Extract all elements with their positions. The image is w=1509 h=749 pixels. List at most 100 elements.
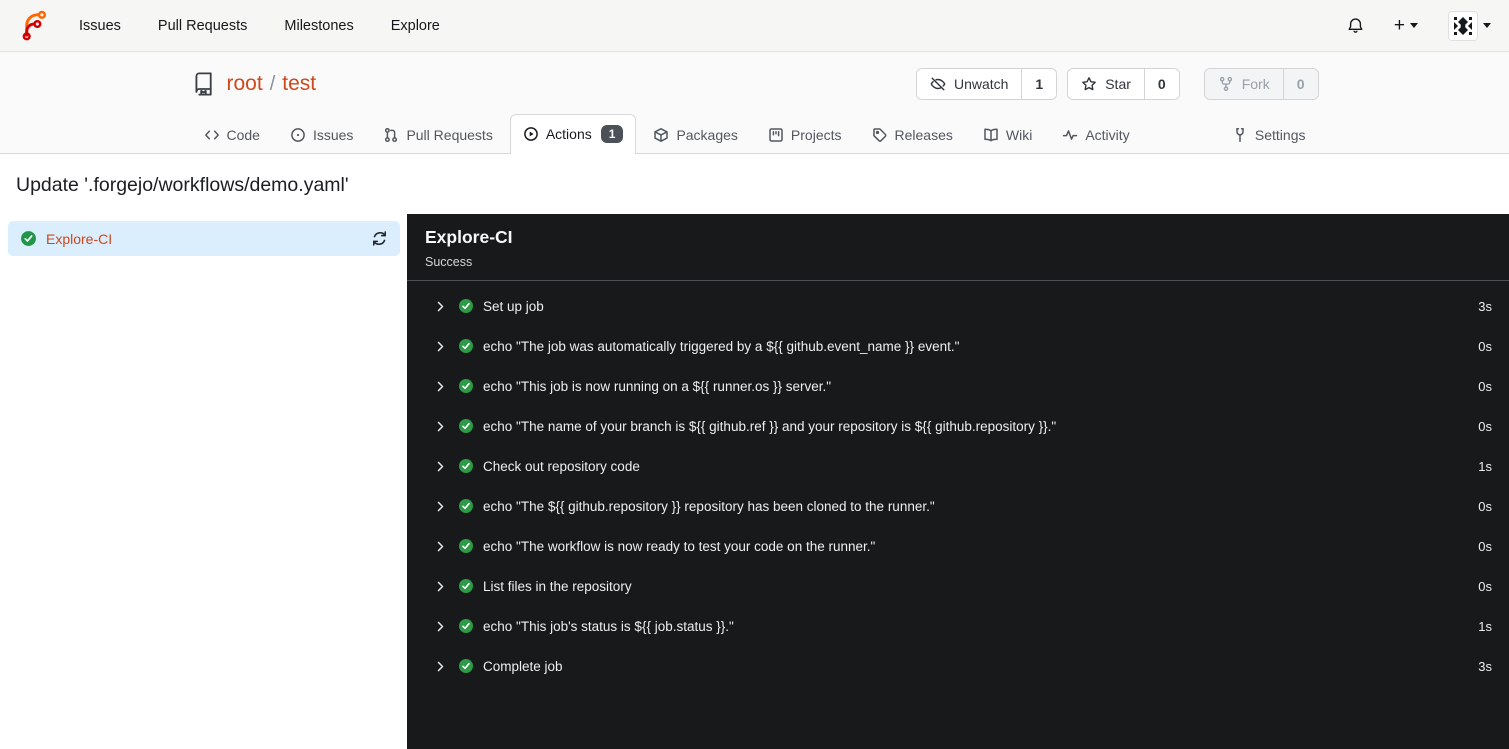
step-name: List files in the repository <box>483 578 632 594</box>
repo-book-icon <box>191 71 217 97</box>
jobs-sidebar: Explore-CI <box>0 214 407 749</box>
step-name: echo "The workflow is now ready to test … <box>483 538 876 554</box>
tab-label: Packages <box>676 127 738 143</box>
fork-label: Fork <box>1241 76 1270 92</box>
step-row[interactable]: Set up job 3s <box>407 286 1509 326</box>
run-content: Explore-CI Explore-CI Success Set up job… <box>0 214 1509 749</box>
package-icon <box>653 127 669 143</box>
refresh-icon[interactable] <box>371 230 388 247</box>
step-row[interactable]: echo "This job is now running on a ${{ r… <box>407 366 1509 406</box>
step-duration: 3s <box>1478 298 1492 314</box>
chevron-right-icon[interactable] <box>434 660 447 673</box>
navbar-right: + <box>1347 10 1491 41</box>
tab-label: Issues <box>312 127 354 143</box>
tab-label: Settings <box>1254 127 1306 143</box>
repo-tabs: Code Issues Pull Requests Actions 1 Pack… <box>191 114 1319 154</box>
nav-link-milestones[interactable]: Milestones <box>284 18 353 34</box>
tab-issues[interactable]: Issues <box>277 116 366 153</box>
tab-releases[interactable]: Releases <box>859 116 966 153</box>
check-circle-icon <box>458 658 474 674</box>
nav-link-pull-requests[interactable]: Pull Requests <box>158 18 247 34</box>
tab-wiki[interactable]: Wiki <box>970 116 1045 153</box>
tab-label: Activity <box>1085 127 1130 143</box>
check-circle-icon <box>458 458 474 474</box>
chevron-right-icon[interactable] <box>434 380 447 393</box>
repo-name-link[interactable]: test <box>282 72 316 96</box>
user-avatar-menu[interactable] <box>1448 10 1491 41</box>
step-row[interactable]: echo "The job was automatically triggere… <box>407 326 1509 366</box>
step-duration: 0s <box>1478 418 1492 434</box>
tab-label: Pull Requests <box>406 127 493 143</box>
job-status-text: Success <box>425 255 473 269</box>
job-log-header: Explore-CI Success <box>407 214 1509 281</box>
step-name: echo "The job was automatically triggere… <box>483 338 960 354</box>
eye-slash-icon <box>930 76 946 92</box>
play-circle-icon <box>523 126 539 142</box>
issue-circle-icon <box>290 127 306 143</box>
step-duration: 0s <box>1478 578 1492 594</box>
chevron-right-icon[interactable] <box>434 300 447 313</box>
chevron-down-icon <box>1483 23 1491 28</box>
step-duration: 0s <box>1478 538 1492 554</box>
tab-projects[interactable]: Projects <box>755 116 855 153</box>
git-fork-icon <box>1218 76 1234 92</box>
tab-settings[interactable]: Settings <box>1219 116 1319 153</box>
star-button[interactable]: Star 0 <box>1067 68 1180 100</box>
chevron-right-icon[interactable] <box>434 340 447 353</box>
repo-owner-link[interactable]: root <box>227 72 263 96</box>
actions-count-badge: 1 <box>600 125 624 143</box>
tab-label: Wiki <box>1005 127 1033 143</box>
step-row[interactable]: echo "The name of your branch is ${{ git… <box>407 406 1509 446</box>
fork-button: Fork 0 <box>1203 68 1319 100</box>
chevron-right-icon[interactable] <box>434 500 447 513</box>
job-name: Explore-CI <box>46 230 113 247</box>
unwatch-button[interactable]: Unwatch 1 <box>915 68 1058 100</box>
step-duration: 0s <box>1478 338 1492 354</box>
check-circle-icon <box>458 618 474 634</box>
job-item-explore-ci[interactable]: Explore-CI <box>8 221 400 256</box>
run-title: Update '.forgejo/workflows/demo.yaml' <box>16 174 349 196</box>
step-row[interactable]: echo "The workflow is now ready to test … <box>407 526 1509 566</box>
check-circle-icon <box>458 378 474 394</box>
watch-count[interactable]: 1 <box>1021 69 1057 99</box>
step-name: Check out repository code <box>483 458 640 474</box>
chevron-right-icon[interactable] <box>434 580 447 593</box>
chevron-right-icon[interactable] <box>434 540 447 553</box>
forgejo-logo-icon[interactable] <box>18 10 49 41</box>
fork-count: 0 <box>1282 69 1318 99</box>
create-new-menu[interactable]: + <box>1393 14 1418 36</box>
tab-packages[interactable]: Packages <box>640 116 750 153</box>
step-name: echo "This job is now running on a ${{ r… <box>483 378 832 394</box>
step-name: echo "The name of your branch is ${{ git… <box>483 418 1057 434</box>
step-name: Set up job <box>483 298 544 314</box>
star-icon <box>1081 76 1097 92</box>
step-duration: 1s <box>1478 618 1492 634</box>
step-row[interactable]: Complete job 3s <box>407 646 1509 686</box>
step-duration: 3s <box>1478 658 1492 674</box>
nav-link-explore[interactable]: Explore <box>391 18 440 34</box>
code-icon <box>204 127 220 143</box>
tab-pull-requests[interactable]: Pull Requests <box>370 116 505 153</box>
nav-link-issues[interactable]: Issues <box>79 18 121 34</box>
step-row[interactable]: List files in the repository 0s <box>407 566 1509 606</box>
chevron-right-icon[interactable] <box>434 460 447 473</box>
step-row[interactable]: Check out repository code 1s <box>407 446 1509 486</box>
tab-label: Code <box>226 127 260 143</box>
check-circle-icon <box>458 578 474 594</box>
chevron-right-icon[interactable] <box>434 620 447 633</box>
step-row[interactable]: echo "This job's status is ${{ job.statu… <box>407 606 1509 646</box>
step-duration: 1s <box>1478 458 1492 474</box>
step-row[interactable]: echo "The ${{ github.repository }} repos… <box>407 486 1509 526</box>
notifications-bell-icon[interactable] <box>1347 17 1364 34</box>
tab-activity[interactable]: Activity <box>1049 116 1142 153</box>
tab-code[interactable]: Code <box>191 116 273 153</box>
tab-actions[interactable]: Actions 1 <box>509 114 637 154</box>
step-duration: 0s <box>1478 498 1492 514</box>
repo-breadcrumb: root / test <box>227 72 317 96</box>
top-navbar: Issues Pull Requests Milestones Explore … <box>0 0 1509 52</box>
step-name: echo "The ${{ github.repository }} repos… <box>483 498 935 514</box>
chevron-right-icon[interactable] <box>434 420 447 433</box>
star-count[interactable]: 0 <box>1143 69 1179 99</box>
user-avatar <box>1448 10 1478 41</box>
plus-icon: + <box>1393 14 1405 36</box>
